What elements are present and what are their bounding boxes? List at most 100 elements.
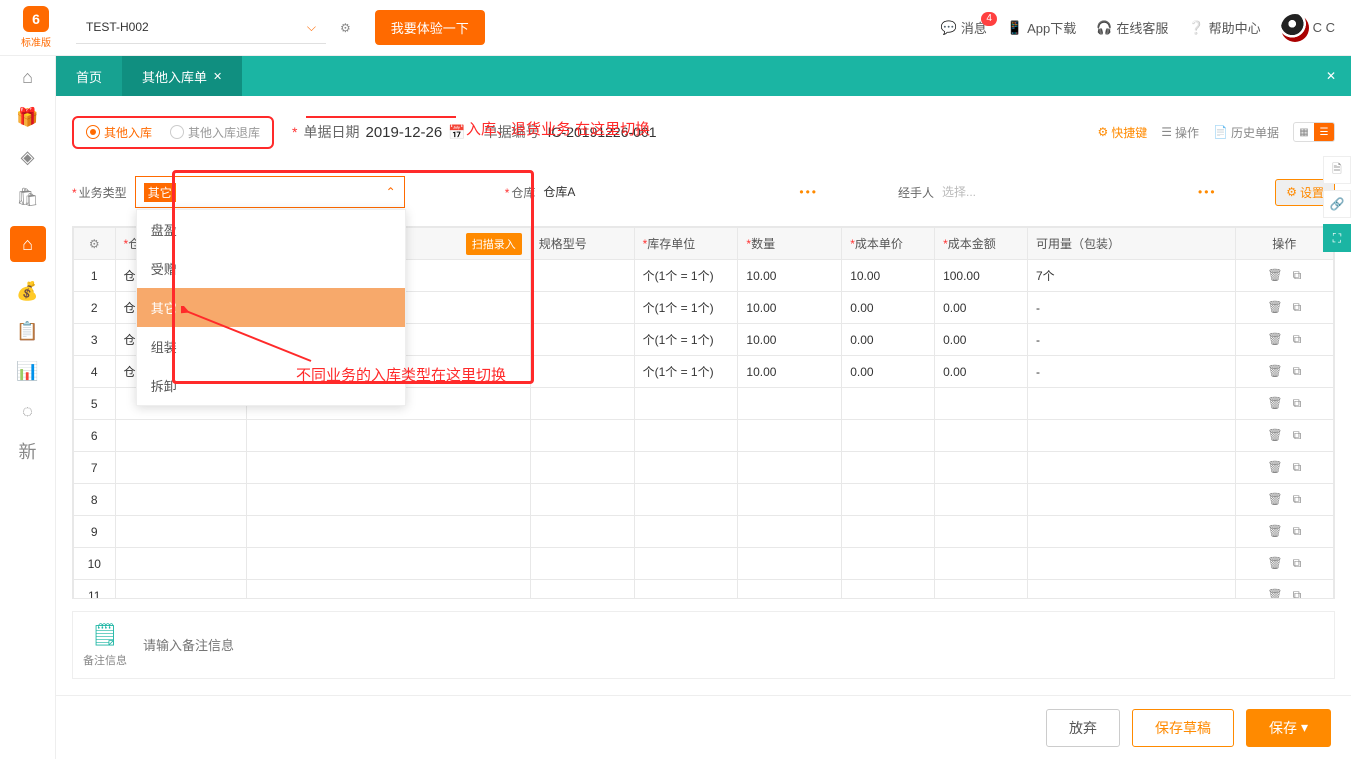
shortcut-link[interactable]: ⚙快捷键 bbox=[1097, 124, 1147, 141]
delete-icon[interactable]: 🗑 bbox=[1267, 268, 1282, 283]
link-float-icon[interactable]: 🔗 bbox=[1323, 190, 1351, 218]
table-row[interactable]: 9🗑⧉ bbox=[74, 516, 1334, 548]
gear-icon[interactable]: ⚙ bbox=[336, 17, 355, 39]
tab-home[interactable]: 首页 bbox=[56, 56, 122, 96]
help-icon: ❔ bbox=[1188, 20, 1204, 36]
table-row[interactable]: 11🗑⧉ bbox=[74, 580, 1334, 600]
more-icon[interactable]: ••• bbox=[799, 185, 818, 199]
calendar-icon: 📅 bbox=[448, 124, 465, 141]
gear-icon: ⚙ bbox=[1097, 125, 1108, 139]
copy-icon[interactable]: ⧉ bbox=[1293, 300, 1302, 315]
agent-field[interactable]: 经手人 选择... ••• bbox=[898, 183, 1217, 201]
copy-icon[interactable]: ⧉ bbox=[1293, 364, 1302, 379]
top-header: 标准版 TEST-H002 ⌵ ⚙ 我要体验一下 💬 消息 4 📱 App下载 … bbox=[0, 0, 1351, 56]
logo: 标准版 bbox=[16, 6, 56, 49]
radio-return[interactable]: 其他入库退库 bbox=[170, 124, 260, 141]
nav-warehouse-icon[interactable]: ⌂ bbox=[10, 226, 46, 262]
view-toggle[interactable]: ▦☰ bbox=[1293, 122, 1335, 142]
nav-money-icon[interactable]: 💰 bbox=[17, 280, 39, 302]
service-link[interactable]: 🎧 在线客服 bbox=[1096, 18, 1168, 37]
option-panying[interactable]: 盘盈 bbox=[137, 210, 405, 249]
chevron-down-icon: ⌵ bbox=[307, 20, 316, 35]
copy-icon[interactable]: ⧉ bbox=[1293, 460, 1302, 475]
nav-clipboard-icon[interactable]: 📋 bbox=[17, 320, 39, 342]
copy-icon[interactable]: ⧉ bbox=[1293, 588, 1302, 599]
annotation-2: 不同业务的入库类型在这里切换 bbox=[296, 364, 506, 385]
radio-icon bbox=[86, 125, 100, 139]
delete-icon[interactable]: 🗑 bbox=[1267, 556, 1282, 571]
option-qita[interactable]: 其它 bbox=[137, 288, 405, 327]
copy-icon[interactable]: ⧉ bbox=[1293, 268, 1302, 283]
edition-label: 标准版 bbox=[21, 34, 51, 49]
close-panel-button[interactable]: ✕ bbox=[1311, 56, 1351, 96]
table-row[interactable]: 8🗑⧉ bbox=[74, 484, 1334, 516]
form-row: *业务类型 其它 ⌃ 盘盈 受赠 其它 组装 拆卸 *仓库 bbox=[72, 176, 1335, 208]
remarks-label: 🗒 备注信息 bbox=[83, 622, 127, 668]
remarks-section: 🗒 备注信息 bbox=[72, 611, 1335, 679]
biztype-select[interactable]: 其它 ⌃ 盘盈 受赠 其它 组装 拆卸 bbox=[135, 176, 405, 208]
operate-link[interactable]: ☰操作 bbox=[1161, 124, 1199, 141]
delete-icon[interactable]: 🗑 bbox=[1267, 396, 1282, 411]
option-zuzhuang[interactable]: 组装 bbox=[137, 327, 405, 366]
table-row[interactable]: 6🗑⧉ bbox=[74, 420, 1334, 452]
chevron-down-icon: ▾ bbox=[1301, 719, 1308, 736]
footer: 放弃 保存草稿 保存▾ bbox=[56, 695, 1351, 759]
date-field[interactable]: * 单据日期 2019-12-26 📅 bbox=[292, 122, 466, 142]
table-row[interactable]: 10🗑⧉ bbox=[74, 548, 1334, 580]
copy-icon[interactable]: ⧉ bbox=[1293, 396, 1302, 411]
scan-button[interactable]: 扫描录入 bbox=[466, 233, 522, 255]
cta-button[interactable]: 我要体验一下 bbox=[375, 10, 485, 45]
doc-icon: 📄 bbox=[1213, 125, 1228, 139]
avatar bbox=[1281, 14, 1309, 42]
discard-button[interactable]: 放弃 bbox=[1046, 709, 1120, 747]
nav-bag-icon[interactable]: 🛍 bbox=[17, 186, 39, 208]
nav-new-icon[interactable]: 新 bbox=[17, 440, 39, 462]
gear-icon: ⚙ bbox=[1286, 185, 1297, 199]
note-float-icon[interactable]: 🗎 bbox=[1323, 156, 1351, 184]
delete-icon[interactable]: 🗑 bbox=[1267, 492, 1282, 507]
more-icon[interactable]: ••• bbox=[1198, 185, 1217, 199]
table-row[interactable]: 7🗑⧉ bbox=[74, 452, 1334, 484]
tabs-bar: 首页 其他入库单 ✕ ✕ bbox=[56, 56, 1351, 96]
copy-icon[interactable]: ⧉ bbox=[1293, 332, 1302, 347]
nav-diamond-icon[interactable]: ◈ bbox=[17, 146, 39, 168]
nav-gift-icon[interactable]: 🎁 bbox=[17, 106, 39, 128]
remarks-input[interactable] bbox=[143, 638, 1324, 653]
warehouse-field[interactable]: *仓库 仓库A ••• bbox=[505, 183, 818, 201]
right-float-bar: 🗎 🔗 ⛶ bbox=[1323, 156, 1351, 252]
radio-group: 其他入库 其他入库退库 bbox=[72, 116, 274, 149]
help-link[interactable]: ❔ 帮助中心 bbox=[1188, 18, 1260, 37]
biztype-field: *业务类型 其它 ⌃ 盘盈 受赠 其它 组装 拆卸 bbox=[72, 176, 405, 208]
save-button[interactable]: 保存▾ bbox=[1246, 709, 1331, 747]
nav-home-icon[interactable]: ⌂ bbox=[17, 66, 39, 88]
logo-icon bbox=[23, 6, 49, 32]
delete-icon[interactable]: 🗑 bbox=[1267, 428, 1282, 443]
copy-icon[interactable]: ⧉ bbox=[1293, 428, 1302, 443]
history-link[interactable]: 📄历史单据 bbox=[1213, 124, 1279, 141]
draft-button[interactable]: 保存草稿 bbox=[1132, 709, 1234, 747]
radio-inbound[interactable]: 其他入库 bbox=[86, 124, 152, 141]
user-menu[interactable]: C C bbox=[1281, 14, 1335, 42]
message-icon: 💬 bbox=[941, 20, 957, 36]
delete-icon[interactable]: 🗑 bbox=[1267, 364, 1282, 379]
topline: 其他入库 其他入库退库 * 单据日期 2019-12-26 📅 单据编号 IC-… bbox=[72, 112, 1335, 152]
delete-icon[interactable]: 🗑 bbox=[1267, 300, 1282, 315]
messages-link[interactable]: 💬 消息 4 bbox=[941, 18, 987, 37]
radio-icon bbox=[170, 125, 184, 139]
tab-current[interactable]: 其他入库单 ✕ bbox=[122, 56, 242, 96]
nav-report-icon[interactable]: 📊 bbox=[17, 360, 39, 382]
nav-circle-icon[interactable]: ◌ bbox=[17, 400, 39, 422]
delete-icon[interactable]: 🗑 bbox=[1267, 588, 1282, 599]
option-shouzeng[interactable]: 受赠 bbox=[137, 249, 405, 288]
copy-icon[interactable]: ⧉ bbox=[1293, 492, 1302, 507]
copy-icon[interactable]: ⧉ bbox=[1293, 556, 1302, 571]
expand-float-icon[interactable]: ⛶ bbox=[1323, 224, 1351, 252]
org-select[interactable]: TEST-H002 ⌵ bbox=[76, 12, 326, 44]
delete-icon[interactable]: 🗑 bbox=[1267, 524, 1282, 539]
copy-icon[interactable]: ⧉ bbox=[1293, 524, 1302, 539]
download-link[interactable]: 📱 App下载 bbox=[1007, 18, 1076, 37]
close-icon[interactable]: ✕ bbox=[213, 70, 222, 83]
delete-icon[interactable]: 🗑 bbox=[1267, 460, 1282, 475]
delete-icon[interactable]: 🗑 bbox=[1267, 332, 1282, 347]
gear-col[interactable]: ⚙ bbox=[74, 228, 116, 260]
